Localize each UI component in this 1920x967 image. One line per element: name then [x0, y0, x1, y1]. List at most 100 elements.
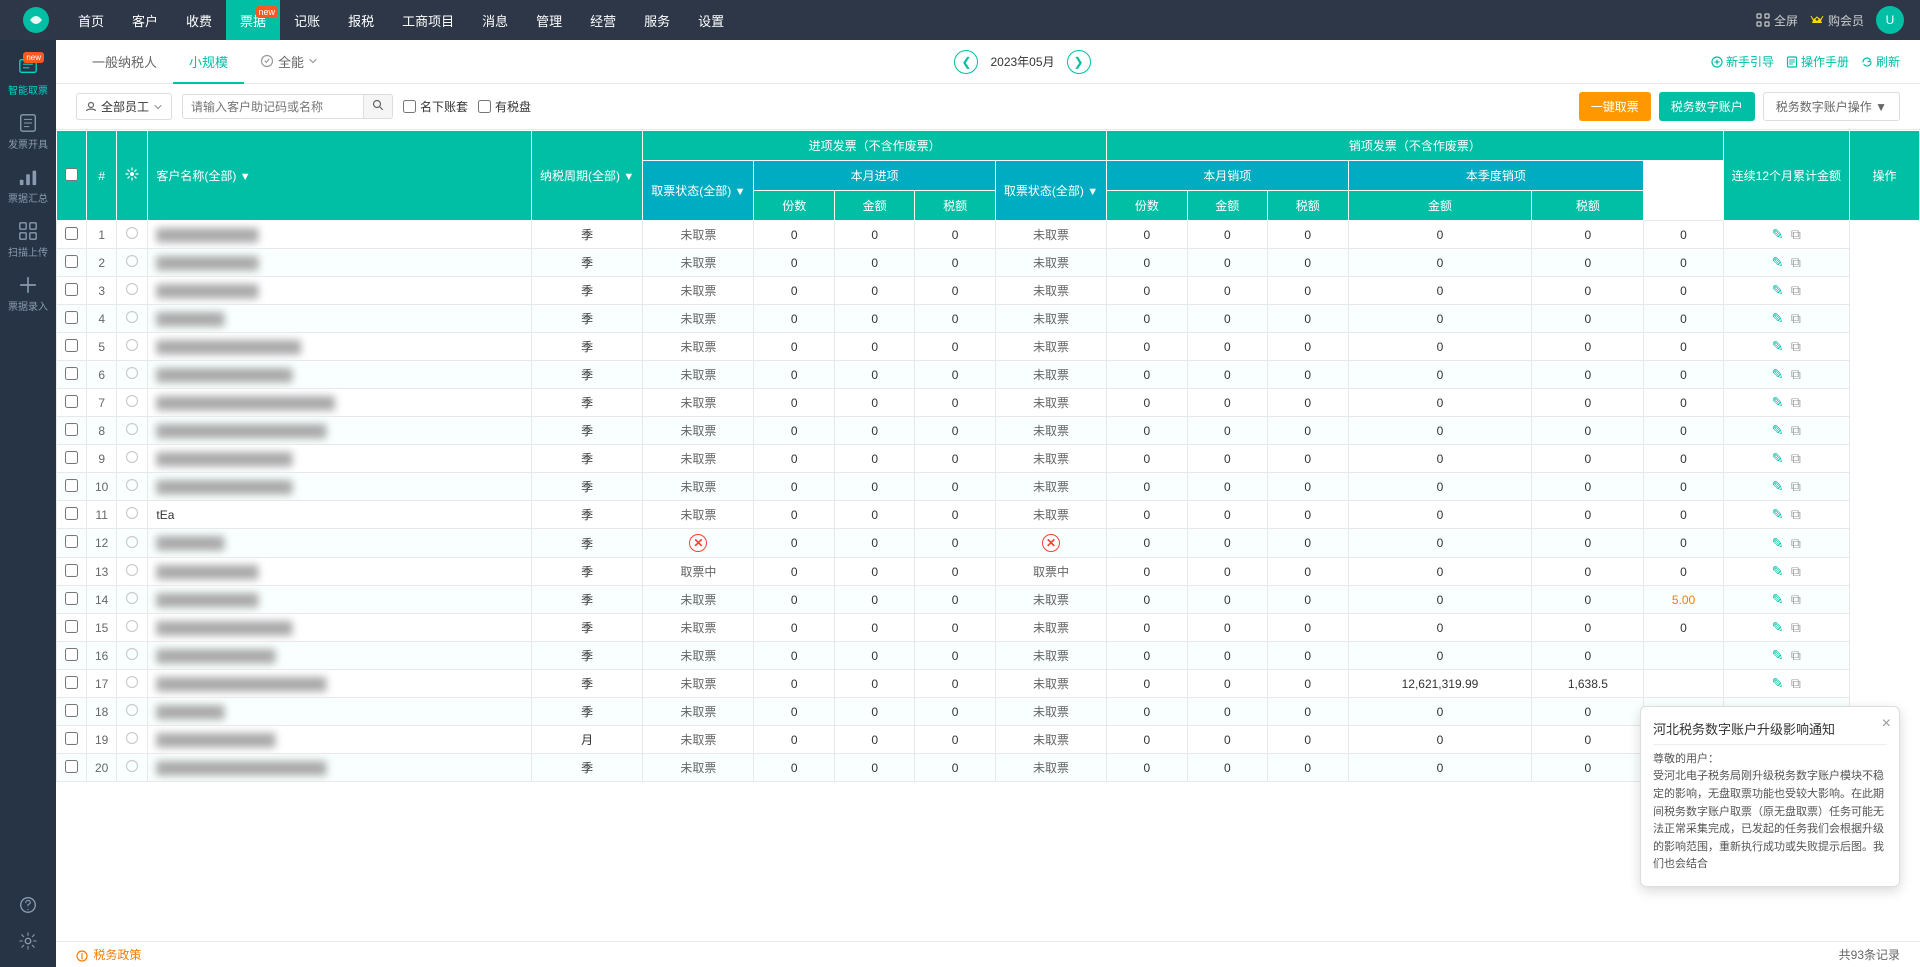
- edit-button[interactable]: ✎: [1772, 478, 1784, 494]
- copy-button[interactable]: ⧉: [1791, 366, 1801, 382]
- checkbox-has-tax-panel[interactable]: [478, 100, 491, 113]
- customer-name-cell[interactable]: ██████████████: [148, 726, 532, 754]
- nav-home[interactable]: 首页: [64, 0, 118, 40]
- customer-name-cell[interactable]: ██████████████: [148, 642, 532, 670]
- row-checkbox[interactable]: [65, 507, 78, 520]
- customer-name-cell[interactable]: ████████: [148, 698, 532, 726]
- customer-name-cell[interactable]: ████████████████: [148, 614, 532, 642]
- copy-button[interactable]: ⧉: [1791, 675, 1801, 691]
- edit-button[interactable]: ✎: [1772, 366, 1784, 382]
- tax-digital-account-button[interactable]: 税务数字账户: [1659, 92, 1755, 121]
- customer-name-cell[interactable]: ████████████████████: [148, 417, 532, 445]
- customer-name-cell[interactable]: ████████████████████: [148, 754, 532, 782]
- edit-button[interactable]: ✎: [1772, 675, 1784, 691]
- copy-button[interactable]: ⧉: [1791, 506, 1801, 522]
- customer-name-cell[interactable]: ████████████████: [148, 473, 532, 501]
- tab-general-taxpayer[interactable]: 一般纳税人: [76, 40, 173, 84]
- copy-button[interactable]: ⧉: [1791, 254, 1801, 270]
- manual-button[interactable]: 操作手册: [1786, 53, 1849, 70]
- search-input[interactable]: [183, 96, 363, 118]
- app-logo[interactable]: [16, 0, 56, 40]
- sidebar-item-invoice[interactable]: 发票开具: [0, 105, 56, 159]
- customer-name-cell[interactable]: ████████████████████: [148, 670, 532, 698]
- period-next-button[interactable]: ❯: [1067, 50, 1091, 74]
- row-checkbox[interactable]: [65, 704, 78, 717]
- row-checkbox[interactable]: [65, 423, 78, 436]
- copy-button[interactable]: ⧉: [1791, 450, 1801, 466]
- copy-button[interactable]: ⧉: [1791, 226, 1801, 242]
- edit-button[interactable]: ✎: [1772, 254, 1784, 270]
- customer-name-cell[interactable]: ████████████: [148, 277, 532, 305]
- customer-name-cell[interactable]: ████████████: [148, 586, 532, 614]
- customer-name-cell[interactable]: tEa: [148, 501, 532, 529]
- user-avatar[interactable]: U: [1876, 6, 1904, 34]
- select-all-checkbox[interactable]: [65, 168, 78, 181]
- new-guide-button[interactable]: 新手引导: [1711, 53, 1774, 70]
- fullscreen-button[interactable]: 全屏: [1756, 12, 1798, 29]
- nav-operation[interactable]: 经营: [576, 0, 630, 40]
- nav-ticket[interactable]: 票据 new: [226, 0, 280, 40]
- tab-all-capable[interactable]: 全能: [244, 40, 334, 84]
- edit-button[interactable]: ✎: [1772, 226, 1784, 242]
- nav-tax[interactable]: 报税: [334, 0, 388, 40]
- search-button[interactable]: [363, 95, 392, 118]
- edit-button[interactable]: ✎: [1772, 619, 1784, 635]
- customer-name-cell[interactable]: ████████████████: [148, 361, 532, 389]
- copy-button[interactable]: ⧉: [1791, 591, 1801, 607]
- row-checkbox[interactable]: [65, 395, 78, 408]
- checkbox-my-accounts[interactable]: [403, 100, 416, 113]
- copy-button[interactable]: ⧉: [1791, 282, 1801, 298]
- tax-policy-link[interactable]: 税务政策: [76, 946, 141, 963]
- filter-checkbox-has-tax-panel[interactable]: 有税盘: [478, 98, 531, 115]
- copy-button[interactable]: ⧉: [1791, 647, 1801, 663]
- row-checkbox[interactable]: [65, 451, 78, 464]
- nav-settings[interactable]: 设置: [684, 0, 738, 40]
- notification-close-button[interactable]: ×: [1882, 715, 1891, 733]
- period-prev-button[interactable]: ❮: [954, 50, 978, 74]
- copy-button[interactable]: ⧉: [1791, 619, 1801, 635]
- edit-button[interactable]: ✎: [1772, 338, 1784, 354]
- edit-button[interactable]: ✎: [1772, 282, 1784, 298]
- copy-button[interactable]: ⧉: [1791, 310, 1801, 326]
- sidebar-help[interactable]: [0, 887, 56, 923]
- sidebar-item-smart-ticket[interactable]: new 智能取票: [0, 48, 56, 105]
- row-checkbox[interactable]: [65, 620, 78, 633]
- row-checkbox[interactable]: [65, 592, 78, 605]
- row-checkbox[interactable]: [65, 339, 78, 352]
- copy-button[interactable]: ⧉: [1791, 535, 1801, 551]
- customer-name-cell[interactable]: █████████████████████: [148, 389, 532, 417]
- customer-name-cell[interactable]: ████████████████: [148, 445, 532, 473]
- sidebar-item-summary[interactable]: 票据汇总: [0, 159, 56, 213]
- sidebar-item-entry[interactable]: 票据录入: [0, 267, 56, 321]
- nav-manage[interactable]: 管理: [522, 0, 576, 40]
- nav-message[interactable]: 消息: [468, 0, 522, 40]
- copy-button[interactable]: ⧉: [1791, 563, 1801, 579]
- refresh-button[interactable]: 刷新: [1861, 53, 1900, 70]
- customer-name-cell[interactable]: ████████: [148, 305, 532, 333]
- row-checkbox[interactable]: [65, 255, 78, 268]
- row-checkbox[interactable]: [65, 367, 78, 380]
- row-checkbox[interactable]: [65, 676, 78, 689]
- one-click-ticket-button[interactable]: 一键取票: [1579, 92, 1651, 121]
- sidebar-settings[interactable]: [0, 923, 56, 959]
- copy-button[interactable]: ⧉: [1791, 478, 1801, 494]
- row-checkbox[interactable]: [65, 564, 78, 577]
- nav-bookkeeping[interactable]: 记账: [280, 0, 334, 40]
- edit-button[interactable]: ✎: [1772, 535, 1784, 551]
- edit-button[interactable]: ✎: [1772, 563, 1784, 579]
- tab-small-scale[interactable]: 小规模: [173, 40, 244, 84]
- nav-service[interactable]: 服务: [630, 0, 684, 40]
- row-checkbox[interactable]: [65, 760, 78, 773]
- customer-name-cell[interactable]: ████████████: [148, 558, 532, 586]
- copy-button[interactable]: ⧉: [1791, 394, 1801, 410]
- copy-button[interactable]: ⧉: [1791, 422, 1801, 438]
- row-checkbox[interactable]: [65, 535, 78, 548]
- nav-business[interactable]: 工商项目: [388, 0, 468, 40]
- tax-digital-account-ops-button[interactable]: 税务数字账户操作 ▼: [1763, 92, 1900, 121]
- vip-button[interactable]: 购会员: [1810, 12, 1864, 29]
- nav-fee[interactable]: 收费: [172, 0, 226, 40]
- edit-button[interactable]: ✎: [1772, 647, 1784, 663]
- nav-customer[interactable]: 客户: [118, 0, 172, 40]
- sidebar-item-scan[interactable]: 扫描上传: [0, 213, 56, 267]
- row-checkbox[interactable]: [65, 283, 78, 296]
